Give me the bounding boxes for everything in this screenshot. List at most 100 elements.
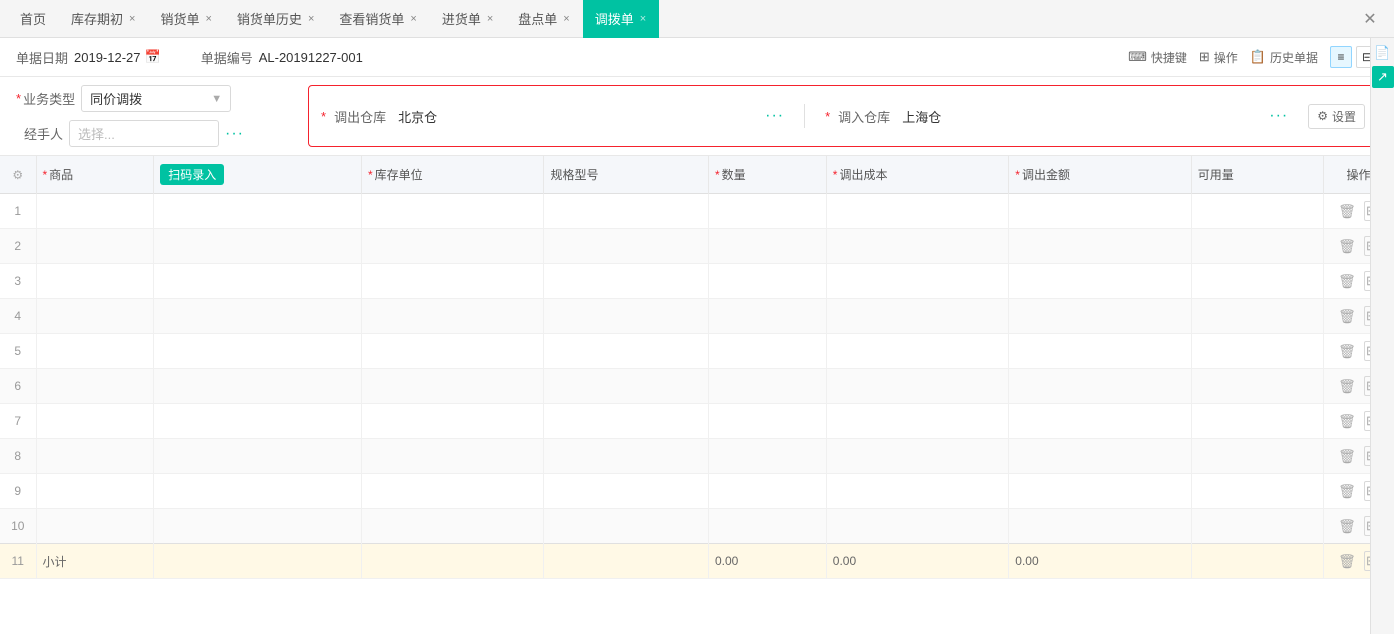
row-cost-5[interactable] bbox=[826, 334, 1009, 369]
row-quantity-6[interactable] bbox=[708, 369, 826, 404]
tab-close-inventory[interactable]: × bbox=[563, 13, 569, 25]
row-product-7[interactable] bbox=[36, 404, 154, 439]
row-product-2[interactable] bbox=[36, 229, 154, 264]
delete-icon-4[interactable]: 🗑 bbox=[1338, 308, 1356, 325]
row-product-3[interactable] bbox=[36, 264, 154, 299]
row-spec-8[interactable] bbox=[544, 439, 709, 474]
subtotal-delete-icon[interactable]: 🗑 bbox=[1338, 553, 1356, 570]
row-quantity-4[interactable] bbox=[708, 299, 826, 334]
row-product-8[interactable] bbox=[36, 439, 154, 474]
delete-icon-3[interactable]: 🗑 bbox=[1338, 273, 1356, 290]
calendar-icon[interactable]: 📅 bbox=[145, 49, 161, 65]
row-spec-7[interactable] bbox=[544, 404, 709, 439]
row-quantity-8[interactable] bbox=[708, 439, 826, 474]
row-spec-6[interactable] bbox=[544, 369, 709, 404]
row-cost-8[interactable] bbox=[826, 439, 1009, 474]
row-spec-10[interactable] bbox=[544, 509, 709, 544]
row-amount-5[interactable] bbox=[1009, 334, 1192, 369]
row-cost-7[interactable] bbox=[826, 404, 1009, 439]
row-product-9[interactable] bbox=[36, 474, 154, 509]
row-amount-6[interactable] bbox=[1009, 369, 1192, 404]
tab-sale-order[interactable]: 销货单 × bbox=[148, 0, 224, 38]
tab-close-sale-order[interactable]: × bbox=[205, 13, 211, 25]
tab-close-view-sale[interactable]: × bbox=[410, 13, 416, 25]
out-warehouse-more-btn[interactable]: ··· bbox=[765, 107, 784, 125]
row-quantity-5[interactable] bbox=[708, 334, 826, 369]
row-amount-9[interactable] bbox=[1009, 474, 1192, 509]
scan-input-btn[interactable]: 扫码录入 bbox=[160, 164, 224, 185]
row-amount-1[interactable] bbox=[1009, 194, 1192, 229]
delete-icon-9[interactable]: 🗑 bbox=[1338, 483, 1356, 500]
tab-sale-history[interactable]: 销货单历史 × bbox=[225, 0, 327, 38]
row-cost-3[interactable] bbox=[826, 264, 1009, 299]
row-unit-5[interactable] bbox=[361, 334, 544, 369]
delete-icon-8[interactable]: 🗑 bbox=[1338, 448, 1356, 465]
row-quantity-9[interactable] bbox=[708, 474, 826, 509]
row-unit-8[interactable] bbox=[361, 439, 544, 474]
date-value[interactable]: 2019-12-27 bbox=[74, 50, 141, 65]
row-cost-2[interactable] bbox=[826, 229, 1009, 264]
delete-icon-2[interactable]: 🗑 bbox=[1338, 238, 1356, 255]
delete-icon-5[interactable]: 🗑 bbox=[1338, 343, 1356, 360]
row-quantity-7[interactable] bbox=[708, 404, 826, 439]
delete-icon-1[interactable]: 🗑 bbox=[1338, 203, 1356, 220]
tab-view-sale[interactable]: 查看销货单 × bbox=[327, 0, 429, 38]
tab-transfer[interactable]: 调拨单 × bbox=[583, 0, 659, 38]
row-amount-7[interactable] bbox=[1009, 404, 1192, 439]
row-amount-2[interactable] bbox=[1009, 229, 1192, 264]
row-quantity-1[interactable] bbox=[708, 194, 826, 229]
row-unit-9[interactable] bbox=[361, 474, 544, 509]
row-cost-1[interactable] bbox=[826, 194, 1009, 229]
history-btn[interactable]: 📋 历史单据 bbox=[1250, 49, 1318, 66]
row-amount-10[interactable] bbox=[1009, 509, 1192, 544]
row-spec-1[interactable] bbox=[544, 194, 709, 229]
table-gear-icon[interactable]: ⚙ bbox=[12, 168, 23, 182]
row-unit-10[interactable] bbox=[361, 509, 544, 544]
row-unit-1[interactable] bbox=[361, 194, 544, 229]
operations-btn[interactable]: ⊞ 操作 bbox=[1199, 49, 1238, 66]
delete-icon-10[interactable]: 🗑 bbox=[1338, 518, 1356, 535]
row-spec-5[interactable] bbox=[544, 334, 709, 369]
sidebar-expand-icon[interactable]: ↗ bbox=[1372, 66, 1394, 88]
row-unit-6[interactable] bbox=[361, 369, 544, 404]
delete-icon-7[interactable]: 🗑 bbox=[1338, 413, 1356, 430]
sidebar-doc-icon[interactable]: 📄 bbox=[1372, 42, 1394, 64]
row-product-4[interactable] bbox=[36, 299, 154, 334]
row-spec-3[interactable] bbox=[544, 264, 709, 299]
tab-close-transfer[interactable]: × bbox=[640, 13, 646, 25]
row-quantity-2[interactable] bbox=[708, 229, 826, 264]
business-type-dropdown[interactable]: 同价调拨 ▼ bbox=[81, 85, 231, 112]
tab-close-sale-history[interactable]: × bbox=[308, 13, 314, 25]
in-warehouse-value[interactable]: 上海仓 bbox=[902, 107, 941, 126]
row-cost-10[interactable] bbox=[826, 509, 1009, 544]
row-amount-3[interactable] bbox=[1009, 264, 1192, 299]
row-product-5[interactable] bbox=[36, 334, 154, 369]
row-product-10[interactable] bbox=[36, 509, 154, 544]
in-warehouse-more-btn[interactable]: ··· bbox=[1269, 107, 1288, 125]
tab-stock-init[interactable]: 库存期初 × bbox=[59, 0, 148, 38]
row-product-1[interactable] bbox=[36, 194, 154, 229]
handler-input[interactable]: 选择... bbox=[69, 120, 219, 147]
row-amount-8[interactable] bbox=[1009, 439, 1192, 474]
delete-icon-6[interactable]: 🗑 bbox=[1338, 378, 1356, 395]
tab-purchase[interactable]: 进货单 × bbox=[430, 0, 506, 38]
shortcuts-btn[interactable]: ⌨ 快捷键 bbox=[1128, 49, 1187, 66]
row-spec-2[interactable] bbox=[544, 229, 709, 264]
settings-button[interactable]: ⚙ 设置 bbox=[1308, 104, 1365, 129]
tab-close-purchase[interactable]: × bbox=[487, 13, 493, 25]
row-unit-4[interactable] bbox=[361, 299, 544, 334]
row-unit-2[interactable] bbox=[361, 229, 544, 264]
row-unit-3[interactable] bbox=[361, 264, 544, 299]
view-list-btn[interactable]: ≡ bbox=[1330, 46, 1352, 68]
row-amount-4[interactable] bbox=[1009, 299, 1192, 334]
out-warehouse-value[interactable]: 北京仓 bbox=[398, 107, 437, 126]
window-close-button[interactable]: ✕ bbox=[1354, 3, 1386, 35]
row-spec-9[interactable] bbox=[544, 474, 709, 509]
row-quantity-10[interactable] bbox=[708, 509, 826, 544]
handler-more-btn[interactable]: ··· bbox=[225, 125, 244, 143]
row-quantity-3[interactable] bbox=[708, 264, 826, 299]
tab-close-stock-init[interactable]: × bbox=[129, 13, 135, 25]
row-spec-4[interactable] bbox=[544, 299, 709, 334]
row-product-6[interactable] bbox=[36, 369, 154, 404]
tab-inventory[interactable]: 盘点单 × bbox=[506, 0, 582, 38]
